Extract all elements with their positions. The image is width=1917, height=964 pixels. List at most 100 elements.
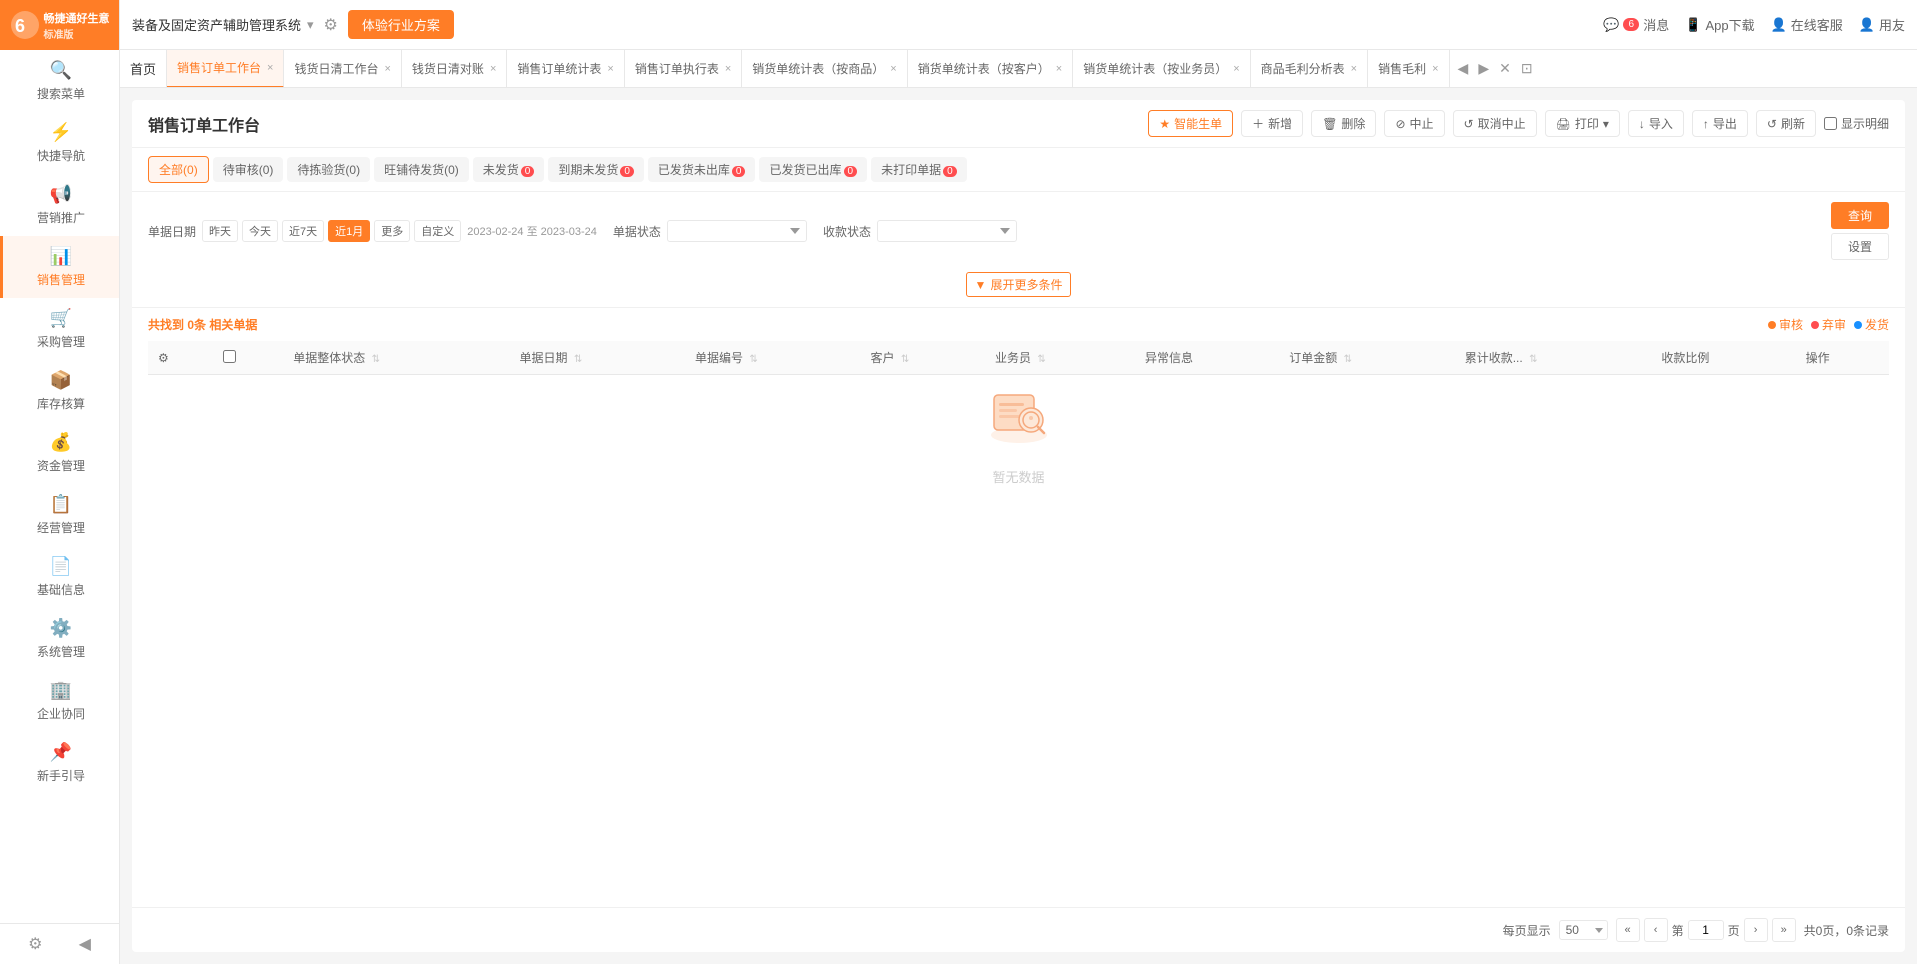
export-btn[interactable]: ↑ 导出: [1692, 110, 1748, 137]
delete-btn[interactable]: 🗑 删除: [1311, 110, 1376, 137]
tab-cash-reconcile[interactable]: 钱货日清对账 ×: [402, 50, 507, 88]
sidebar-item-base-info[interactable]: 📄 基础信息: [0, 546, 119, 608]
tab-sales-exec[interactable]: 销售订单执行表 ×: [625, 50, 742, 88]
filter-tab-all[interactable]: 全部(0): [148, 156, 209, 183]
page-last-btn[interactable]: »: [1772, 918, 1796, 942]
topbar-dropdown-btn[interactable]: ▾: [307, 17, 314, 33]
date-btn-today[interactable]: 今天: [242, 220, 278, 242]
tab-sales-summary-staff[interactable]: 销货单统计表（按业务员） ×: [1073, 50, 1250, 88]
date-btn-custom[interactable]: 自定义: [414, 220, 461, 242]
review-action-btn[interactable]: 审核: [1768, 316, 1803, 333]
page-prev-btn[interactable]: ‹: [1644, 918, 1668, 942]
tab-prev-btn[interactable]: ◀: [1454, 58, 1473, 79]
show-detail-label[interactable]: 显示明细: [1824, 115, 1889, 132]
select-all-checkbox[interactable]: [223, 350, 236, 363]
per-page-select[interactable]: 10 20 50 100: [1559, 920, 1608, 940]
topbar-gear-icon[interactable]: ⚙: [324, 15, 338, 35]
sidebar-settings-btn[interactable]: ⚙: [28, 934, 42, 954]
sidebar-item-guide[interactable]: 📌 新手引导: [0, 732, 119, 794]
filter-tab-overdue-ship[interactable]: 到期未发货0: [548, 157, 644, 182]
filter-tab-pending-review[interactable]: 待审核(0): [213, 157, 284, 182]
add-btn[interactable]: ＋ 新增: [1241, 110, 1303, 137]
sidebar-item-inventory[interactable]: 📦 库存核算: [0, 360, 119, 422]
tab-close-all-btn[interactable]: ✕: [1495, 58, 1515, 79]
tab-cash-reconcile-close[interactable]: ×: [490, 63, 496, 75]
tab-sales-summary-staff-close[interactable]: ×: [1233, 63, 1239, 75]
page-number-input[interactable]: [1688, 920, 1724, 940]
print-dropdown-icon[interactable]: ▾: [1603, 117, 1609, 131]
sidebar-item-purchase[interactable]: 🛒 采购管理: [0, 298, 119, 360]
collection-select[interactable]: [877, 220, 1017, 242]
tab-gross-profit[interactable]: 商品毛利分析表 ×: [1251, 50, 1368, 88]
tab-sales-gross[interactable]: 销售毛利 ×: [1368, 50, 1449, 88]
sidebar-item-system[interactable]: ⚙️ 系统管理: [0, 608, 119, 670]
tab-gross-profit-close[interactable]: ×: [1351, 63, 1357, 75]
tab-sales-summary-customer[interactable]: 销货单统计表（按客户） ×: [908, 50, 1073, 88]
col-checkbox[interactable]: [213, 341, 283, 375]
status-select[interactable]: [667, 220, 807, 242]
sidebar-item-marketing[interactable]: 📢 营销推广: [0, 174, 119, 236]
sidebar-item-enterprise[interactable]: 🏢 企业协同: [0, 670, 119, 732]
topbar-message-btn[interactable]: 💬 6 消息: [1603, 15, 1669, 34]
cancel-stop-btn[interactable]: ↺ 取消中止: [1453, 110, 1537, 137]
page-first-btn[interactable]: «: [1616, 918, 1640, 942]
tab-next-btn[interactable]: ▶: [1474, 58, 1493, 79]
set-btn[interactable]: 设置: [1831, 233, 1889, 260]
cancel-review-action-btn[interactable]: 弃审: [1811, 316, 1846, 333]
date-btn-yesterday[interactable]: 昨天: [202, 220, 238, 242]
sidebar-item-operation[interactable]: 📋 经营管理: [0, 484, 119, 546]
tab-sales-summary-product-close[interactable]: ×: [890, 63, 896, 75]
tab-sales-workbench-close[interactable]: ×: [267, 62, 273, 74]
expand-conditions-btn[interactable]: ▼ 展开更多条件: [966, 272, 1072, 297]
ship-action-btn[interactable]: 发货: [1854, 316, 1889, 333]
tab-cash-daily-close[interactable]: ×: [384, 63, 390, 75]
tab-sales-exec-close[interactable]: ×: [725, 63, 731, 75]
amount-sort-icon[interactable]: ⇅: [1344, 354, 1352, 365]
staff-sort-icon[interactable]: ⇅: [1037, 354, 1045, 365]
refresh-btn[interactable]: ↺ 刷新: [1756, 110, 1816, 137]
finance-icon: 💰: [50, 432, 72, 453]
filter-tab-shipped-out[interactable]: 已发货已出库0: [759, 157, 867, 182]
filter-tab-shipped-not-out[interactable]: 已发货未出库0: [648, 157, 756, 182]
sidebar-item-finance[interactable]: 💰 资金管理: [0, 422, 119, 484]
delete-icon: 🗑: [1322, 117, 1337, 131]
smart-order-btn[interactable]: ★ 智能生单: [1148, 110, 1233, 137]
tab-home[interactable]: 首页: [120, 50, 167, 88]
filter-tab-not-shipped[interactable]: 未发货0: [473, 157, 545, 182]
tab-sales-gross-close[interactable]: ×: [1432, 63, 1438, 75]
sidebar-collapse-btn[interactable]: ◀: [79, 934, 91, 954]
tab-maximize-btn[interactable]: ⊡: [1517, 58, 1537, 79]
date-sort-icon[interactable]: ⇅: [574, 354, 582, 365]
number-sort-icon[interactable]: ⇅: [749, 354, 757, 365]
import-btn[interactable]: ↓ 导入: [1628, 110, 1684, 137]
query-btn[interactable]: 查询: [1831, 202, 1889, 229]
filter-tab-pending-check[interactable]: 待拣验货(0): [287, 157, 370, 182]
topbar-service-btn[interactable]: 👤 在线客服: [1771, 15, 1843, 34]
filter-tab-wang-pending-ship[interactable]: 旺铺待发货(0): [374, 157, 469, 182]
date-btn-7days[interactable]: 近7天: [282, 220, 324, 242]
tab-sales-summary-product[interactable]: 销货单统计表（按商品） ×: [742, 50, 907, 88]
tab-sales-workbench[interactable]: 销售订单工作台 ×: [167, 50, 284, 88]
col-settings[interactable]: ⚙: [148, 341, 213, 375]
status-sort-icon[interactable]: ⇅: [372, 354, 380, 365]
tab-sales-stat[interactable]: 销售订单统计表 ×: [507, 50, 624, 88]
sidebar-item-sales[interactable]: 📊 销售管理: [0, 236, 119, 298]
stop-btn[interactable]: ⊘ 中止: [1384, 110, 1444, 137]
show-detail-checkbox[interactable]: [1824, 117, 1837, 130]
sidebar-item-search[interactable]: 🔍 搜索菜单: [0, 50, 119, 112]
topbar-industry-btn[interactable]: 体验行业方案: [348, 10, 454, 39]
date-btn-1month[interactable]: 近1月: [328, 220, 370, 242]
page-header: 销售订单工作台 ★ 智能生单 ＋ 新增 🗑 删除 ⊘: [132, 100, 1905, 148]
sidebar-item-quick-nav[interactable]: ⚡ 快捷导航: [0, 112, 119, 174]
tab-sales-stat-close[interactable]: ×: [607, 63, 613, 75]
topbar-user-btn[interactable]: 👤 用友: [1859, 15, 1905, 34]
filter-tab-not-printed[interactable]: 未打印单据0: [871, 157, 967, 182]
tab-cash-daily[interactable]: 钱货日清工作台 ×: [284, 50, 401, 88]
collected-sort-icon[interactable]: ⇅: [1529, 354, 1537, 365]
page-next-btn[interactable]: ›: [1744, 918, 1768, 942]
print-btn[interactable]: 🖨 打印 ▾: [1545, 110, 1620, 137]
topbar-app-download-btn[interactable]: 📱 App下载: [1685, 15, 1754, 34]
tab-sales-summary-customer-close[interactable]: ×: [1056, 63, 1062, 75]
date-btn-more[interactable]: 更多: [374, 220, 410, 242]
customer-sort-icon[interactable]: ⇅: [901, 354, 909, 365]
